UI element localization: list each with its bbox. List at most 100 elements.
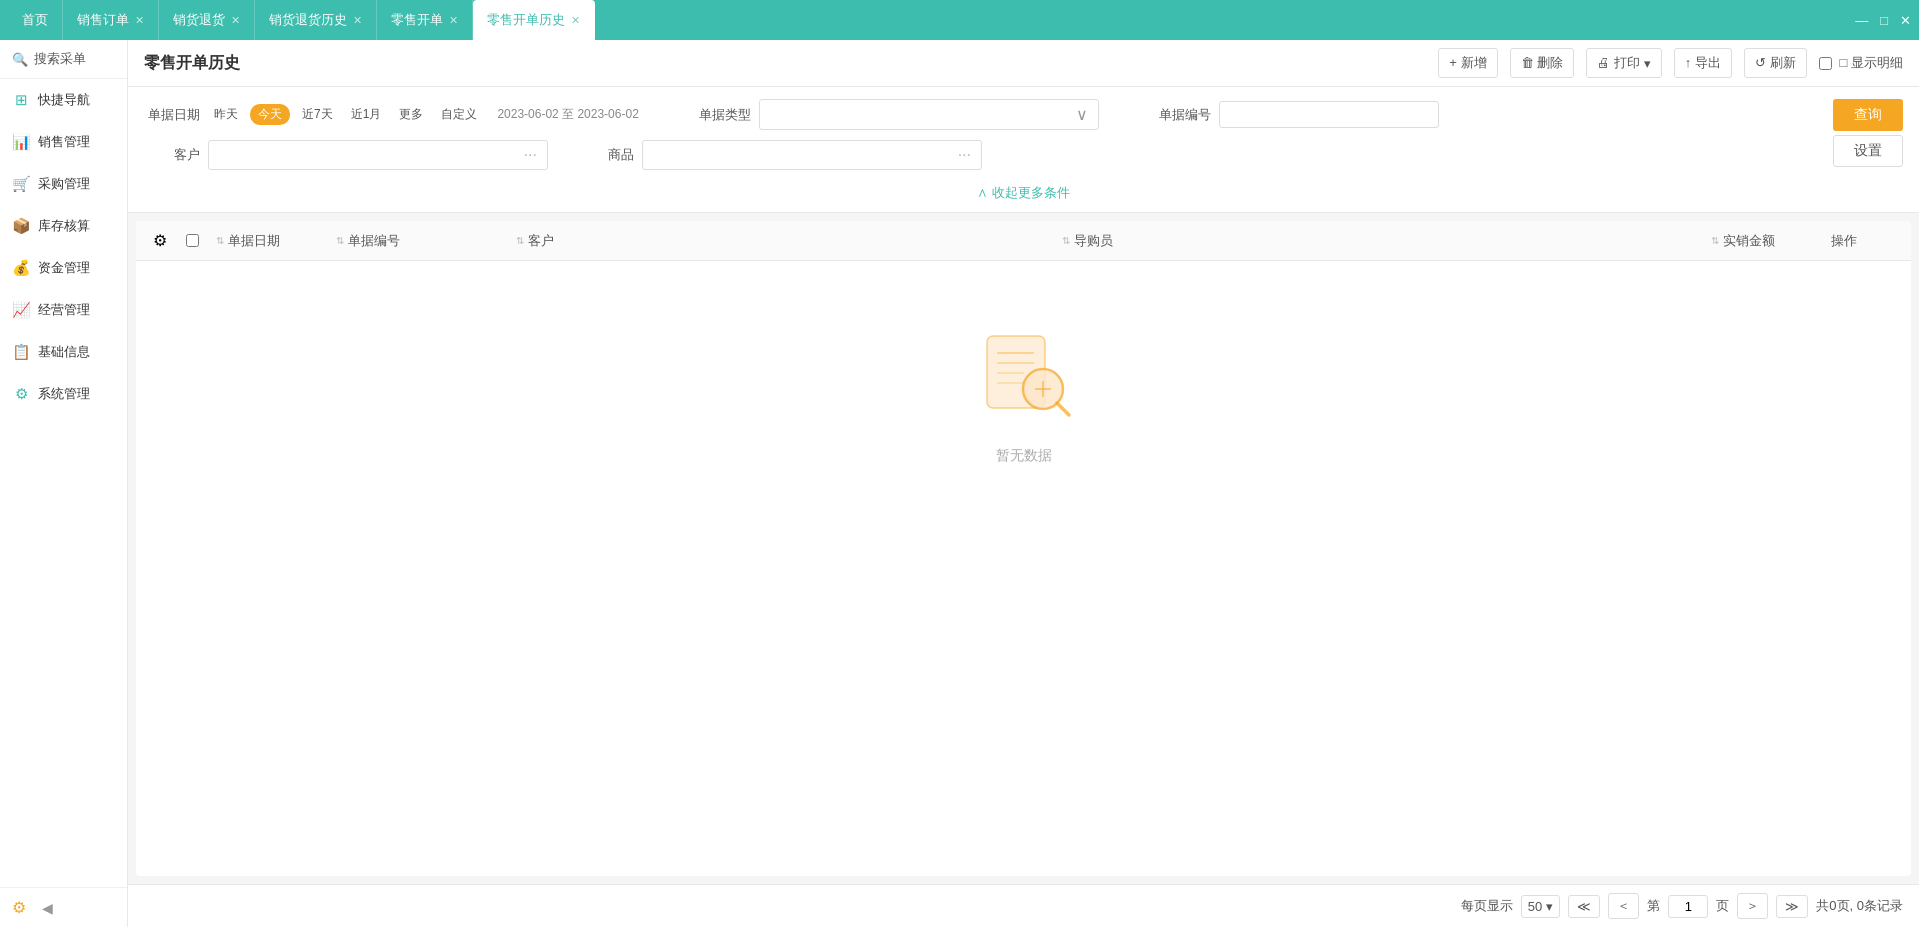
filter-section: 单据日期 昨天 今天 近7天 近1月 更多 自定义 2023-06-02 至 2…	[128, 87, 1919, 213]
goods-dots-icon: ···	[958, 146, 971, 164]
tab-home[interactable]: 首页	[8, 0, 63, 40]
date-btn-yesterday[interactable]: 昨天	[208, 104, 244, 125]
customer-filter-label: 客户	[144, 146, 200, 164]
close-tab-sales-order[interactable]: ✕	[135, 14, 144, 27]
top-bar: 首页 销售订单 ✕ 销货退货 ✕ 销货退货历史 ✕ 零售开单 ✕ 零售开单历史 …	[0, 0, 1919, 40]
operations-icon: 📈	[12, 301, 30, 319]
sidebar-bottom: ⚙ ◀	[0, 887, 127, 927]
num-filter-input[interactable]	[1219, 101, 1439, 128]
sort-customer-icon: ⇅	[516, 235, 524, 246]
customer-dots-icon: ···	[524, 146, 537, 164]
page-first-btn[interactable]: ≪	[1568, 895, 1600, 918]
sidebar-item-system[interactable]: ⚙ 系统管理	[0, 373, 127, 415]
close-tab-retail-history[interactable]: ✕	[571, 14, 580, 27]
tab-retail-order[interactable]: 零售开单 ✕	[377, 0, 473, 40]
date-btn-more[interactable]: 更多	[393, 104, 429, 125]
system-icon: ⚙	[12, 385, 30, 403]
refresh-button[interactable]: ↺ 刷新	[1744, 48, 1807, 78]
page-last-btn[interactable]: ≫	[1776, 895, 1808, 918]
delete-button[interactable]: 🗑 删除	[1510, 48, 1575, 78]
sidebar-item-operations[interactable]: 📈 经营管理	[0, 289, 127, 331]
empty-text: 暂无数据	[996, 447, 1052, 465]
empty-illustration	[969, 321, 1079, 431]
close-tab-return[interactable]: ✕	[231, 14, 240, 27]
date-filter-label: 单据日期	[144, 106, 200, 124]
sort-num-icon: ⇅	[336, 235, 344, 246]
page-prev-btn[interactable]: ＜	[1608, 893, 1639, 919]
date-btn-today[interactable]: 今天	[250, 104, 290, 125]
empty-state: 暂无数据	[136, 261, 1911, 525]
search-icon: 🔍	[12, 52, 28, 67]
tab-retail-history[interactable]: 零售开单历史 ✕	[473, 0, 595, 40]
tab-sales-order[interactable]: 销售订单 ✕	[63, 0, 159, 40]
page-label: 第	[1647, 897, 1660, 915]
col-header-guide[interactable]: ⇅ 导购员	[1054, 232, 1174, 250]
sidebar-item-base-info[interactable]: 📋 基础信息	[0, 331, 127, 373]
window-close-btn[interactable]: ✕	[1900, 13, 1911, 28]
window-controls: — □ ✕	[1855, 13, 1911, 28]
print-arrow-icon: ▾	[1644, 56, 1651, 71]
col-header-customer[interactable]: ⇅ 客户	[508, 232, 1054, 250]
table-header: ⚙ ⇅ 单据日期 ⇅ 单据编号 ⇅ 客户 ⇅ 导购员	[136, 221, 1911, 261]
sales-icon: 📊	[12, 133, 30, 151]
query-btns: 查询 设置	[1833, 99, 1903, 167]
export-button[interactable]: ↑ 导出	[1674, 48, 1732, 78]
customer-filter-input[interactable]: ···	[208, 140, 548, 170]
per-page-arrow-icon: ▾	[1546, 899, 1553, 914]
date-range-display: 2023-06-02 至 2023-06-02	[497, 106, 638, 123]
sidebar-item-inventory[interactable]: 📦 库存核算	[0, 205, 127, 247]
sort-date-icon: ⇅	[216, 235, 224, 246]
sidebar-item-finance[interactable]: 💰 资金管理	[0, 247, 127, 289]
per-page-label: 每页显示	[1461, 897, 1513, 915]
per-page-select[interactable]: 50 ▾	[1521, 895, 1560, 918]
goods-filter-input[interactable]: ···	[642, 140, 982, 170]
close-tab-return-history[interactable]: ✕	[353, 14, 362, 27]
num-filter-label: 单据编号	[1155, 106, 1211, 124]
base-info-icon: 📋	[12, 343, 30, 361]
content-area: 零售开单历史 + 新增 🗑 删除 🖨 打印 ▾ ↑ 导出 ↺ 刷新 □ 显示明细	[128, 40, 1919, 927]
date-btn-custom[interactable]: 自定义	[435, 104, 483, 125]
page-next-btn[interactable]: ＞	[1737, 893, 1768, 919]
table-select-all-checkbox[interactable]	[176, 234, 208, 247]
table-settings-icon[interactable]: ⚙	[144, 231, 176, 250]
goods-filter-label: 商品	[604, 146, 634, 164]
show-detail-checkbox[interactable]: □ 显示明细	[1819, 54, 1903, 72]
sidebar-search[interactable]: 🔍 搜索采单	[0, 40, 127, 79]
table-area: ⚙ ⇅ 单据日期 ⇅ 单据编号 ⇅ 客户 ⇅ 导购员	[136, 221, 1911, 876]
close-tab-retail-order[interactable]: ✕	[449, 14, 458, 27]
col-header-amount[interactable]: ⇅ 实销金额	[1703, 232, 1823, 250]
minimize-btn[interactable]: —	[1855, 13, 1868, 28]
sidebar-item-quick-nav[interactable]: ⊞ 快捷导航	[0, 79, 127, 121]
page-of-label: 页	[1716, 897, 1729, 915]
tab-return-history[interactable]: 销货退货历史 ✕	[255, 0, 377, 40]
total-label: 共0页, 0条记录	[1816, 897, 1903, 915]
table-footer: 每页显示 50 ▾ ≪ ＜ 第 页 ＞ ≫ 共0页, 0条记录	[128, 884, 1919, 927]
page-number-input[interactable]	[1668, 895, 1708, 918]
date-btn-1month[interactable]: 近1月	[345, 104, 388, 125]
finance-icon: 💰	[12, 259, 30, 277]
col-header-num[interactable]: ⇅ 单据编号	[328, 232, 508, 250]
filter-settings-button[interactable]: 设置	[1833, 135, 1903, 167]
sidebar-item-purchase[interactable]: 🛒 采购管理	[0, 163, 127, 205]
add-button[interactable]: + 新增	[1438, 48, 1497, 78]
maximize-btn[interactable]: □	[1880, 13, 1888, 28]
query-button[interactable]: 查询	[1833, 99, 1903, 131]
type-filter-label: 单据类型	[695, 106, 751, 124]
purchase-icon: 🛒	[12, 175, 30, 193]
date-btn-7days[interactable]: 近7天	[296, 104, 339, 125]
tab-return[interactable]: 销货退货 ✕	[159, 0, 255, 40]
quick-nav-icon: ⊞	[12, 91, 30, 109]
svg-line-8	[1057, 403, 1069, 415]
type-select[interactable]: ∨	[759, 99, 1099, 130]
toolbar: 零售开单历史 + 新增 🗑 删除 🖨 打印 ▾ ↑ 导出 ↺ 刷新 □ 显示明细	[128, 40, 1919, 87]
page-title: 零售开单历史	[144, 53, 1426, 74]
collapse-filter-btn[interactable]: ∧ 收起更多条件	[969, 180, 1078, 206]
inventory-icon: 📦	[12, 217, 30, 235]
col-header-action: 操作	[1823, 232, 1903, 250]
print-button[interactable]: 🖨 打印 ▾	[1586, 48, 1662, 78]
sidebar: 🔍 搜索采单 ⊞ 快捷导航 📊 销售管理 🛒 采购管理 📦 库存核算 💰 资金管…	[0, 40, 128, 927]
col-header-date[interactable]: ⇅ 单据日期	[208, 232, 328, 250]
sidebar-item-sales[interactable]: 📊 销售管理	[0, 121, 127, 163]
settings-bottom-icon[interactable]: ⚙	[12, 898, 26, 917]
collapse-sidebar-icon[interactable]: ◀	[42, 900, 53, 916]
